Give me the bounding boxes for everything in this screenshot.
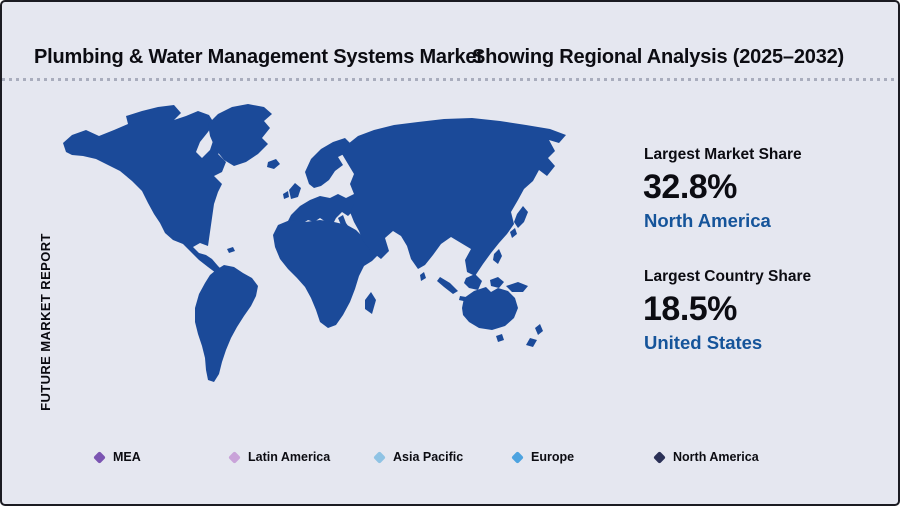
legend-label-north-america: North America — [673, 450, 759, 464]
legend-item-latin-america: Latin America — [228, 450, 331, 464]
legend-item-north-america: North America — [653, 450, 759, 464]
largest-country-share-value: 18.5% — [643, 290, 737, 328]
largest-market-share-label: Largest Market Share — [644, 146, 802, 163]
legend-label-mea: MEA — [113, 450, 141, 464]
world-map-svg — [63, 104, 566, 382]
legend-label-latin-america: Latin America — [248, 450, 331, 464]
title-market-name: Plumbing & Water Management Systems Mark… — [34, 46, 483, 68]
legend-label-europe: Europe — [531, 450, 575, 464]
title-analysis-range: Showing Regional Analysis (2025–2032) — [472, 46, 844, 68]
asia-pacific-diamond-icon — [373, 450, 386, 464]
largest-country-share-label: Largest Country Share — [644, 268, 812, 285]
world-map — [62, 94, 622, 404]
mea-diamond-icon — [93, 450, 106, 464]
legend-item-europe: Europe — [511, 450, 575, 464]
largest-market-share-value: 32.8% — [643, 168, 737, 206]
legend-item-mea: MEA — [93, 450, 141, 464]
infographic-canvas: Plumbing & Water Management Systems Mark… — [0, 0, 900, 506]
largest-market-share-region: North America — [644, 210, 771, 231]
latin-america-diamond-icon — [228, 450, 241, 464]
brand-watermark: FUTURE MARKET REPORT — [38, 233, 53, 411]
legend-item-asia-pacific: Asia Pacific — [373, 450, 464, 464]
largest-country-share-region: United States — [644, 332, 763, 353]
dotted-divider — [2, 78, 898, 81]
north-america-diamond-icon — [653, 450, 666, 464]
legend-label-asia-pacific: Asia Pacific — [393, 450, 464, 464]
europe-diamond-icon — [511, 450, 524, 464]
